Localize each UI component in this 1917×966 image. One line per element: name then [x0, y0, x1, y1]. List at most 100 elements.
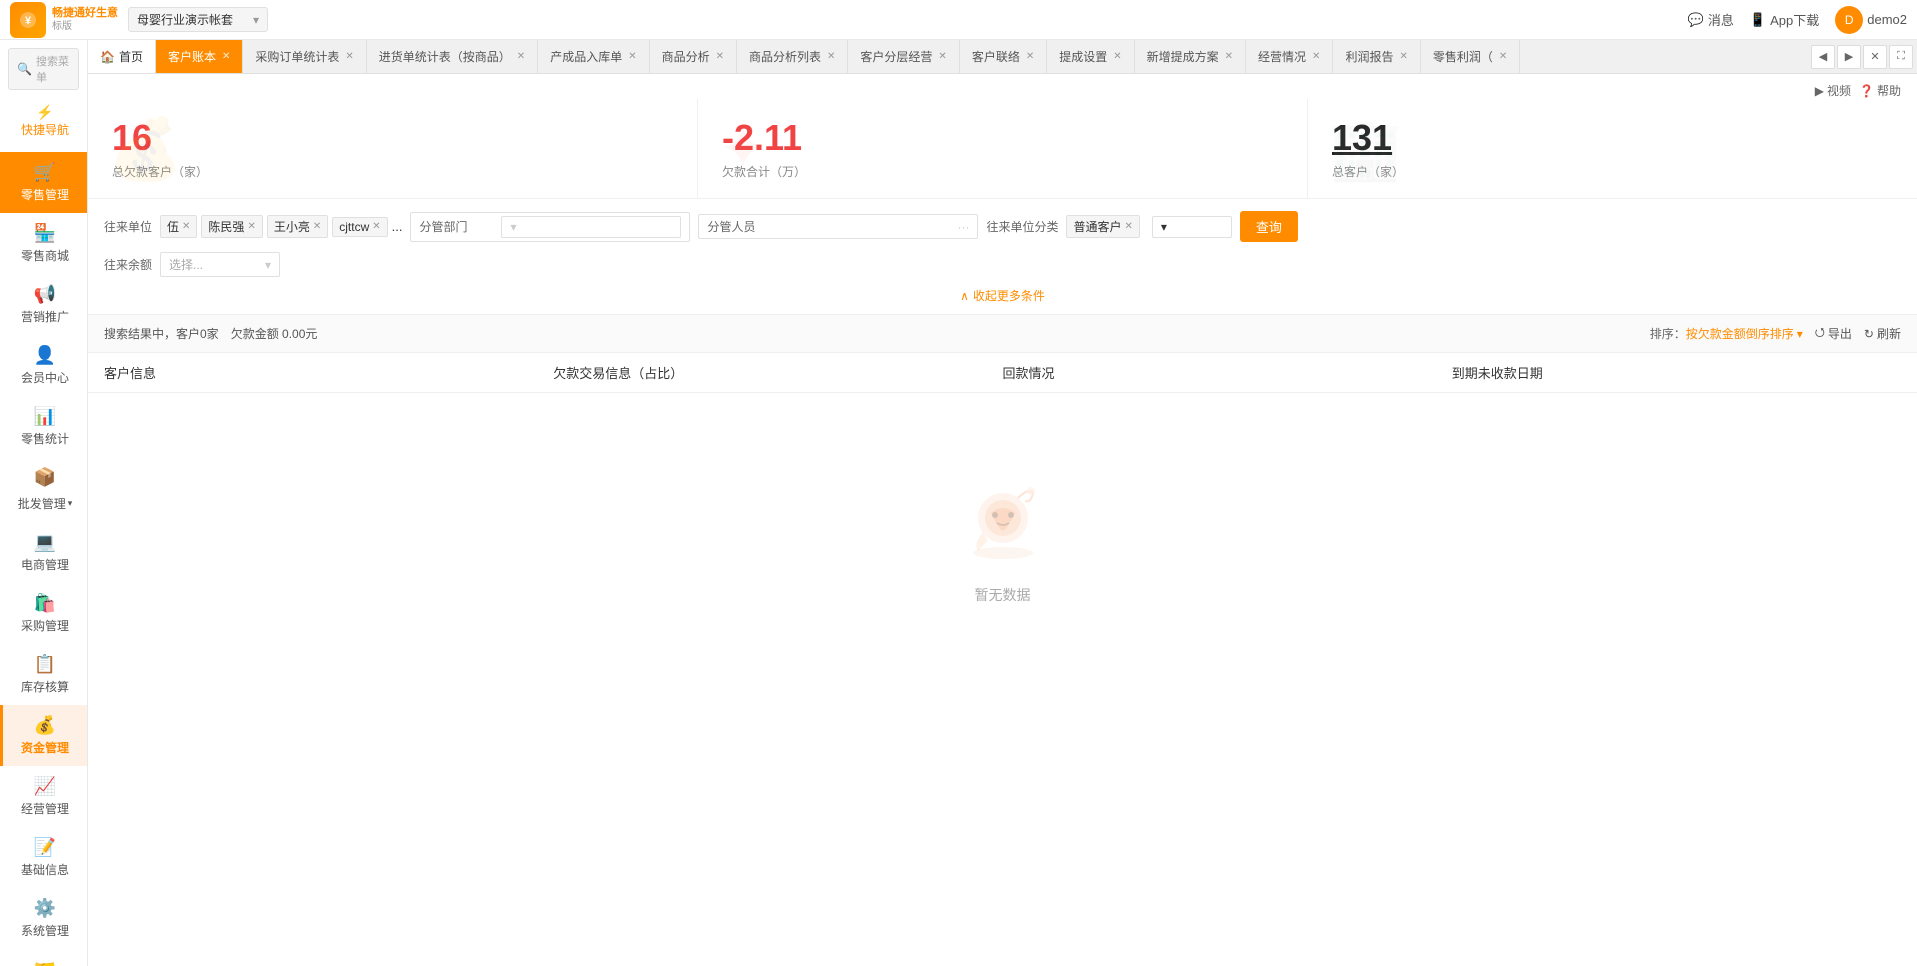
- tag-close-wu[interactable]: ✕: [182, 221, 190, 232]
- collapse-button[interactable]: ∧ 收起更多条件: [960, 287, 1045, 304]
- user-menu[interactable]: D demo2: [1835, 6, 1907, 34]
- tab-incoming-stats[interactable]: 进货单统计表（按商品） ✕: [367, 40, 538, 74]
- unit-filter-tags: 伍 ✕ 陈民强 ✕ 王小亮 ✕ cjttcw ✕: [160, 215, 402, 238]
- help-button[interactable]: ❓ 帮助: [1859, 82, 1901, 99]
- sidebar-search[interactable]: 🔍 搜索菜单: [0, 40, 87, 98]
- sidebar-item-retail-mgmt[interactable]: 🛒 零售管理: [0, 152, 87, 213]
- tab-close-icon[interactable]: ✕: [1399, 51, 1407, 62]
- help-buttons: ▶ 视频 ❓ 帮助: [88, 74, 1917, 99]
- sort-select[interactable]: 按欠款金额倒序排序 ▾: [1686, 325, 1803, 342]
- balance-filter-label: 往来余额: [104, 256, 152, 273]
- basic-info-icon: 📝: [11, 837, 79, 858]
- tab-close-icon[interactable]: ✕: [222, 51, 230, 62]
- tag-close-normal[interactable]: ✕: [1125, 221, 1133, 232]
- stat-total-clients: 🏢 131 总客户（家）: [1308, 99, 1917, 198]
- refresh-button[interactable]: ↻ 刷新: [1864, 325, 1901, 342]
- app-download-button[interactable]: 📱 App下载: [1750, 10, 1819, 29]
- empty-illustration: [953, 473, 1053, 573]
- tab-retail-profit[interactable]: 零售利润（ ✕: [1421, 40, 1520, 74]
- sidebar-item-purchase[interactable]: 🛍️ 采购管理: [0, 583, 87, 644]
- unit-type-select[interactable]: ▾: [1152, 216, 1232, 238]
- svg-text:¥: ¥: [25, 15, 32, 27]
- sidebar-item-marketing[interactable]: 📢 营销推广: [0, 274, 87, 335]
- filter-tag-cj: cjttcw ✕: [332, 217, 387, 237]
- tab-commission-settings[interactable]: 提成设置 ✕: [1047, 40, 1134, 74]
- tab-customer-segment[interactable]: 客户分层经营 ✕: [848, 40, 959, 74]
- sidebar-item-operations[interactable]: 📈 经营管理: [0, 766, 87, 827]
- collapse-icon: ∧: [960, 289, 969, 303]
- message-button[interactable]: 💬 消息: [1688, 10, 1734, 29]
- tab-product-analysis[interactable]: 商品分析 ✕: [650, 40, 737, 74]
- sort-dropdown-icon: ▾: [1797, 327, 1803, 341]
- enterprise-icon: 🤝: [11, 959, 79, 966]
- batch-expand-icon: ▾: [68, 498, 73, 509]
- retail-icon: 🛒: [11, 162, 79, 183]
- unit-tag-more[interactable]: ...: [392, 219, 403, 234]
- tab-prev-button[interactable]: ◀: [1811, 45, 1835, 69]
- sidebar-item-finance[interactable]: 💰 资金管理: [0, 705, 87, 766]
- tab-close-icon[interactable]: ✕: [345, 51, 353, 62]
- tab-home[interactable]: 🏠 首页: [88, 40, 156, 74]
- person-filter-select[interactable]: 分管人员 ···: [698, 214, 978, 239]
- tab-close-icon[interactable]: ✕: [517, 51, 525, 62]
- sidebar-item-system[interactable]: ⚙️ 系统管理: [0, 888, 87, 949]
- tab-close-icon[interactable]: ✕: [628, 51, 636, 62]
- sidebar-item-basic-info[interactable]: 📝 基础信息: [0, 827, 87, 888]
- tab-bar: 🏠 首页 客户账本 ✕ 采购订单统计表 ✕ 进货单统计表（按商品） ✕ 产成品入…: [88, 40, 1917, 74]
- tab-close-icon[interactable]: ✕: [1312, 51, 1320, 62]
- tab-close-icon[interactable]: ✕: [938, 51, 946, 62]
- tab-product-analysis-list[interactable]: 商品分析列表 ✕: [737, 40, 848, 74]
- workspace-selector[interactable]: 母婴行业演示帐套 ▾: [128, 7, 268, 32]
- column-arrears-info: 欠款交易信息（占比）: [553, 363, 1002, 382]
- tab-close-icon[interactable]: ✕: [1499, 51, 1507, 62]
- balance-placeholder: 选择...: [169, 256, 203, 273]
- video-help-button[interactable]: ▶ 视频: [1815, 82, 1851, 99]
- tag-close-chen[interactable]: ✕: [247, 221, 255, 232]
- table-header: 客户信息 欠款交易信息（占比） 回款情况 到期未收款日期: [88, 353, 1917, 393]
- tab-close-icon[interactable]: ✕: [1225, 51, 1233, 62]
- tab-close-all-button[interactable]: ✕: [1863, 45, 1887, 69]
- tab-close-icon[interactable]: ✕: [716, 51, 724, 62]
- retail-stats-icon: 📊: [11, 406, 79, 427]
- tab-fullscreen-button[interactable]: ⛶: [1889, 45, 1913, 69]
- query-button[interactable]: 查询: [1240, 211, 1298, 242]
- tab-profit-report[interactable]: 利润报告 ✕: [1333, 40, 1420, 74]
- balance-dropdown-icon: ▾: [265, 258, 271, 272]
- tab-close-icon[interactable]: ✕: [827, 51, 835, 62]
- sidebar-item-batch-mgmt[interactable]: 📦 批发管理 ▾: [0, 457, 87, 522]
- stat-total-customers: 💰 16 总欠款客户（家）: [88, 99, 698, 198]
- tab-close-icon[interactable]: ✕: [1026, 51, 1034, 62]
- dept-filter-select[interactable]: 分管部门 ▾: [410, 212, 690, 242]
- system-icon: ⚙️: [11, 898, 79, 919]
- tag-close-wang[interactable]: ✕: [313, 221, 321, 232]
- tab-next-button[interactable]: ▶: [1837, 45, 1861, 69]
- balance-select[interactable]: 选择... ▾: [160, 252, 280, 277]
- sort-label: 排序：: [1650, 325, 1686, 342]
- tag-close-cj[interactable]: ✕: [372, 221, 380, 232]
- unit-type-dropdown[interactable]: ▾: [1152, 216, 1232, 238]
- tab-operations-status[interactable]: 经营情况 ✕: [1246, 40, 1333, 74]
- logo-icon: ¥: [10, 2, 46, 38]
- sidebar-item-inventory[interactable]: 📋 库存核算: [0, 644, 87, 705]
- tab-customer-book[interactable]: 客户账本 ✕: [156, 40, 243, 74]
- sidebar-search-box[interactable]: 🔍 搜索菜单: [8, 48, 79, 90]
- column-overdue-date: 到期未收款日期: [1452, 363, 1901, 382]
- main-content: 🏠 首页 客户账本 ✕ 采购订单统计表 ✕ 进货单统计表（按商品） ✕ 产成品入…: [88, 40, 1917, 966]
- filter-tag-normal-customer: 普通客户 ✕: [1066, 215, 1139, 238]
- stats-row: 💰 16 总欠款客户（家） ✦ -2.11 欠款合计（万） 🏢: [88, 99, 1917, 199]
- stat-bg-icon-1: 💰: [108, 113, 183, 184]
- sidebar-item-ecommerce[interactable]: 💻 电商管理: [0, 522, 87, 583]
- sidebar-item-retail-shop[interactable]: 🏪 零售商城: [0, 213, 87, 274]
- avatar: D: [1835, 6, 1863, 34]
- tab-new-commission[interactable]: 新增提成方案 ✕: [1135, 40, 1246, 74]
- tab-product-incoming[interactable]: 产成品入库单 ✕: [538, 40, 649, 74]
- sidebar-item-quick-nav[interactable]: ⚡ 快捷导航: [0, 98, 87, 144]
- tab-close-icon[interactable]: ✕: [1113, 51, 1121, 62]
- tab-purchase-order-stats[interactable]: 采购订单统计表 ✕: [243, 40, 366, 74]
- sidebar-item-retail-stats[interactable]: 📊 零售统计: [0, 396, 87, 457]
- export-button[interactable]: ⭯ 导出: [1815, 323, 1852, 344]
- search-icon: 🔍: [17, 62, 32, 76]
- sidebar-item-member[interactable]: 👤 会员中心: [0, 335, 87, 396]
- sidebar-item-enterprise[interactable]: 🤝 企业协同: [0, 949, 87, 966]
- tab-customer-contact[interactable]: 客户联络 ✕: [960, 40, 1047, 74]
